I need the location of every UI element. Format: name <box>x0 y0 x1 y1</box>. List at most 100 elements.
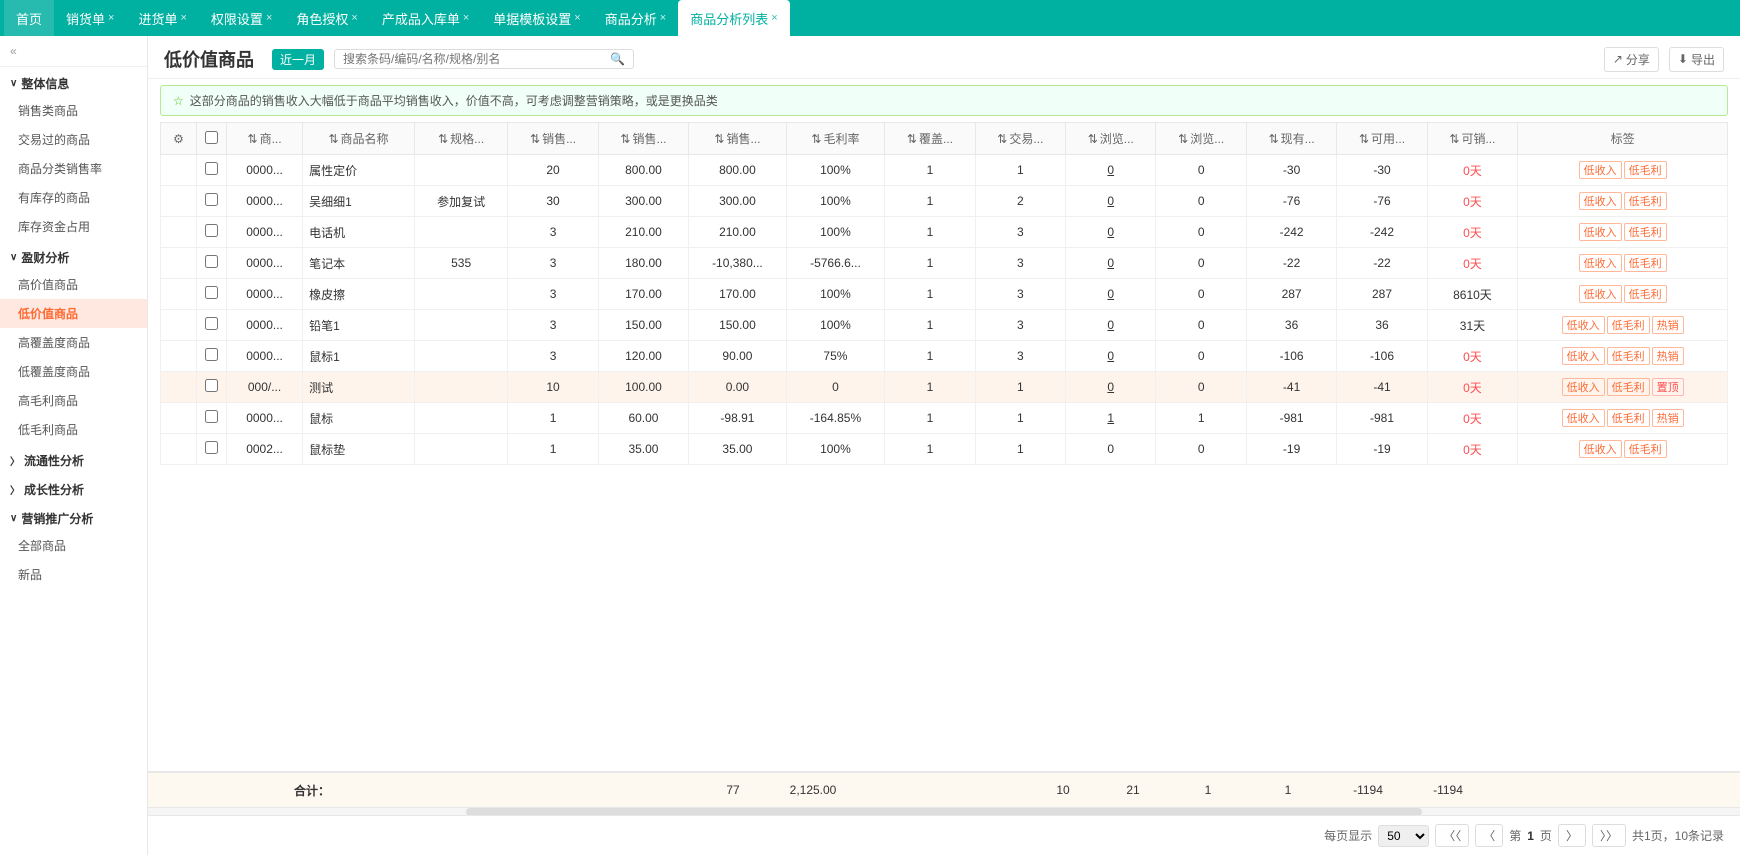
row-checkbox-cell[interactable] <box>197 310 227 341</box>
browse1[interactable]: 0 <box>1066 248 1156 279</box>
browse1-link[interactable]: 0 <box>1107 256 1114 270</box>
sidebar-group-circulation[interactable]: 〉流通性分析 <box>0 444 147 473</box>
sort-icon-salesgross[interactable]: ⇅ <box>714 132 724 146</box>
sidebar-item-all-products[interactable]: 全部商品 <box>0 531 147 560</box>
browse1-link[interactable]: 0 <box>1107 349 1114 363</box>
sort-icon-browse2[interactable]: ⇅ <box>1178 132 1188 146</box>
browse1[interactable]: 0 <box>1066 217 1156 248</box>
close-productinbound-icon[interactable]: × <box>463 12 469 24</box>
browse1[interactable]: 1 <box>1066 403 1156 434</box>
row-checkbox-cell[interactable] <box>197 248 227 279</box>
row-checkbox-cell[interactable] <box>197 186 227 217</box>
row-checkbox[interactable] <box>205 193 218 206</box>
sidebar-item-capital-occupation[interactable]: 库存资金占用 <box>0 212 147 241</box>
nav-tab-productanalysis[interactable]: 商品分析 × <box>593 0 678 36</box>
browse1-link[interactable]: 0 <box>1107 194 1114 208</box>
row-checkbox[interactable] <box>205 441 218 454</box>
close-productanalysislist-icon[interactable]: × <box>771 12 777 24</box>
sidebar-item-high-value[interactable]: 高价值商品 <box>0 270 147 299</box>
row-checkbox-cell[interactable] <box>197 341 227 372</box>
col-settings[interactable]: ⚙ <box>161 123 197 155</box>
row-checkbox[interactable] <box>205 317 218 330</box>
row-checkbox[interactable] <box>205 286 218 299</box>
sort-icon-salesqty[interactable]: ⇅ <box>530 132 540 146</box>
sidebar-item-low-profit[interactable]: 低毛利商品 <box>0 415 147 444</box>
sidebar-item-stock-products[interactable]: 有库存的商品 <box>0 183 147 212</box>
nav-home[interactable]: 首页 <box>4 0 54 36</box>
sidebar-item-sales-products[interactable]: 销售类商品 <box>0 96 147 125</box>
per-page-select[interactable]: 50 100 200 <box>1378 825 1429 847</box>
prev-page-button[interactable]: 〈 <box>1475 824 1503 847</box>
browse1[interactable]: 0 <box>1066 155 1156 186</box>
row-checkbox-cell[interactable] <box>197 434 227 465</box>
search-input[interactable] <box>343 52 606 66</box>
row-checkbox-cell[interactable] <box>197 372 227 403</box>
period-button[interactable]: 近一月 <box>272 49 324 70</box>
browse1-link[interactable]: 0 <box>1107 287 1114 301</box>
nav-tab-productanalysislist[interactable]: 商品分析列表 × <box>678 0 789 36</box>
browse1-link[interactable]: 1 <box>1107 411 1114 425</box>
row-checkbox[interactable] <box>205 255 218 268</box>
nav-tab-permissions[interactable]: 权限设置 × <box>199 0 284 36</box>
select-all-checkbox[interactable] <box>205 131 218 144</box>
nav-tab-rolepermissions[interactable]: 角色授权 × <box>284 0 369 36</box>
first-page-button[interactable]: 〈〈 <box>1435 824 1469 847</box>
sidebar-group-overview[interactable]: ∨整体信息 <box>0 67 147 96</box>
share-button[interactable]: ↗ 分享 <box>1604 47 1659 72</box>
col-select-all[interactable] <box>197 123 227 155</box>
row-checkbox[interactable] <box>205 224 218 237</box>
sidebar-group-marketing[interactable]: ∨营销推广分析 <box>0 502 147 531</box>
close-rolepermissions-icon[interactable]: × <box>351 12 357 24</box>
close-templateconfig-icon[interactable]: × <box>574 12 580 24</box>
row-checkbox[interactable] <box>205 379 218 392</box>
sidebar-item-high-coverage[interactable]: 高覆盖度商品 <box>0 328 147 357</box>
browse1[interactable]: 0 <box>1066 310 1156 341</box>
browse1-link[interactable]: 0 <box>1107 380 1114 394</box>
sort-icon-name[interactable]: ⇅ <box>328 132 338 146</box>
row-checkbox[interactable] <box>205 162 218 175</box>
search-icon[interactable]: 🔍 <box>610 52 625 66</box>
browse1[interactable]: 0 <box>1066 372 1156 403</box>
sidebar-item-traded-products[interactable]: 交易过的商品 <box>0 125 147 154</box>
browse1[interactable]: 0 <box>1066 341 1156 372</box>
sort-icon-grossrate[interactable]: ⇅ <box>811 132 821 146</box>
row-checkbox-cell[interactable] <box>197 279 227 310</box>
sidebar-item-low-coverage[interactable]: 低覆盖度商品 <box>0 357 147 386</box>
sidebar-collapse-button[interactable]: « <box>6 44 21 58</box>
sort-icon-saleable[interactable]: ⇅ <box>1449 132 1459 146</box>
row-checkbox-cell[interactable] <box>197 155 227 186</box>
sort-icon-salesamt[interactable]: ⇅ <box>620 132 630 146</box>
sort-icon-coverage[interactable]: ⇅ <box>907 132 917 146</box>
close-purchaseorder-icon[interactable]: × <box>180 12 186 24</box>
sidebar-group-growth[interactable]: 〉成长性分析 <box>0 473 147 502</box>
close-productanalysis-icon[interactable]: × <box>660 12 666 24</box>
sort-icon-trade[interactable]: ⇅ <box>997 132 1007 146</box>
close-permissions-icon[interactable]: × <box>266 12 272 24</box>
sidebar-item-category-sales-rate[interactable]: 商品分类销售率 <box>0 154 147 183</box>
row-checkbox-cell[interactable] <box>197 403 227 434</box>
nav-tab-salesorder[interactable]: 销货单 × <box>54 0 126 36</box>
sort-icon[interactable]: ⇅ <box>248 132 258 146</box>
row-checkbox[interactable] <box>205 348 218 361</box>
sidebar-item-new-products[interactable]: 新品 <box>0 560 147 589</box>
browse1-link[interactable]: 0 <box>1107 318 1114 332</box>
row-checkbox-cell[interactable] <box>197 217 227 248</box>
sidebar-group-financial[interactable]: ∨盈财分析 <box>0 241 147 270</box>
horizontal-scrollbar[interactable] <box>148 807 1740 815</box>
last-page-button[interactable]: 〉〉 <box>1592 824 1626 847</box>
export-button[interactable]: ⬇ 导出 <box>1669 47 1724 72</box>
gear-icon[interactable]: ⚙ <box>173 132 184 146</box>
sort-icon-spec[interactable]: ⇅ <box>438 132 448 146</box>
sidebar-item-high-profit[interactable]: 高毛利商品 <box>0 386 147 415</box>
next-page-button[interactable]: 〉 <box>1558 824 1586 847</box>
sidebar-item-low-value[interactable]: 低价值商品 <box>0 299 147 328</box>
browse1-link[interactable]: 0 <box>1107 163 1114 177</box>
sort-icon-stock[interactable]: ⇅ <box>1269 132 1279 146</box>
browse1-link[interactable]: 0 <box>1107 225 1114 239</box>
close-salesorder-icon[interactable]: × <box>108 12 114 24</box>
row-checkbox[interactable] <box>205 410 218 423</box>
nav-tab-productinbound[interactable]: 产成品入库单 × <box>370 0 481 36</box>
sort-icon-available[interactable]: ⇅ <box>1359 132 1369 146</box>
nav-tab-purchaseorder[interactable]: 进货单 × <box>126 0 198 36</box>
browse1[interactable]: 0 <box>1066 279 1156 310</box>
